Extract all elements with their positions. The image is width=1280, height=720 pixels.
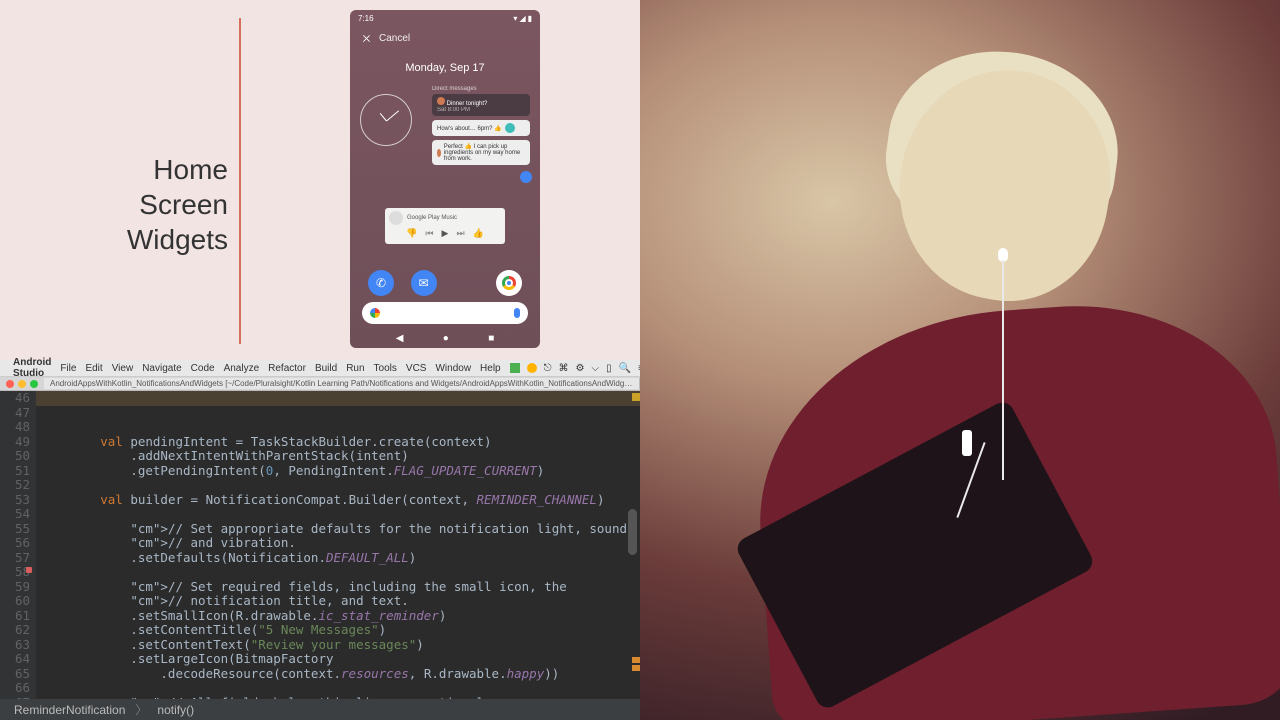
- slide-title: Home Screen Widgets: [58, 152, 228, 257]
- cancel-label: Cancel: [379, 33, 410, 44]
- back-icon[interactable]: ◀: [396, 333, 404, 344]
- battery-icon: ▮: [528, 14, 532, 23]
- highlighted-line: [36, 391, 640, 406]
- menu-file[interactable]: File: [60, 363, 76, 374]
- menu-window[interactable]: Window: [435, 363, 471, 374]
- menu-help[interactable]: Help: [480, 363, 501, 374]
- breadcrumb-class[interactable]: ReminderNotification: [14, 703, 125, 717]
- signal-icon: ◢: [519, 14, 525, 23]
- message-text: How's about… 6pm? 👍: [437, 125, 502, 132]
- music-title: Google Play Music: [407, 215, 457, 221]
- clock-widget[interactable]: [360, 94, 412, 146]
- avatar-icon: [505, 123, 515, 133]
- status-indicator-icon: [527, 363, 537, 373]
- warning-marker-icon[interactable]: [632, 393, 640, 401]
- prev-icon[interactable]: ⏮: [425, 228, 433, 239]
- google-search-bar[interactable]: [362, 302, 528, 324]
- breakpoint-icon[interactable]: [26, 567, 32, 573]
- chevron-right-icon: 〉: [135, 701, 147, 718]
- cancel-row[interactable]: Cancel: [350, 23, 540, 54]
- home-icon[interactable]: ●: [443, 333, 449, 344]
- message-text: Perfect 👍 I can pick up ingredients on m…: [444, 143, 525, 162]
- app-menu[interactable]: Android Studio: [13, 357, 51, 379]
- phone-app-icon[interactable]: ✆: [368, 270, 394, 296]
- recents-icon[interactable]: ■: [488, 333, 494, 344]
- menu-code[interactable]: Code: [191, 363, 215, 374]
- phone-mockup: 7:16 ▾ ◢ ▮ Cancel Monday, Sep 17 Direct …: [350, 10, 540, 348]
- earphone-remote: [962, 430, 972, 456]
- thumb-up-icon[interactable]: 👍: [473, 228, 484, 239]
- compose-fab-icon[interactable]: [520, 171, 532, 183]
- tray-icon[interactable]: ⌘: [559, 363, 569, 374]
- tray-icon[interactable]: ⚙: [576, 363, 585, 374]
- phone-status-bar: 7:16 ▾ ◢ ▮: [350, 10, 540, 23]
- avatar-icon: [437, 149, 441, 157]
- close-window-icon[interactable]: [6, 380, 14, 388]
- phone-time: 7:16: [358, 14, 374, 23]
- line-gutter: 4647484950515253545556575859606162636465…: [0, 391, 36, 699]
- menu-analyze[interactable]: Analyze: [224, 363, 260, 374]
- editor-breadcrumb: ReminderNotification 〉 notify(): [0, 699, 640, 720]
- macos-menubar: Android Studio File Edit View Navigate C…: [0, 360, 640, 377]
- scrollbar-thumb[interactable]: [628, 509, 637, 555]
- messages-app-icon[interactable]: ✉: [411, 270, 437, 296]
- breadcrumb-method[interactable]: notify(): [157, 703, 194, 717]
- menu-build[interactable]: Build: [315, 363, 337, 374]
- play-icon[interactable]: ▶: [442, 228, 449, 239]
- window-tab-bar: AndroidAppsWithKotlin_NotificationsAndWi…: [0, 377, 640, 391]
- code-editor[interactable]: 4647484950515253545556575859606162636465…: [0, 391, 640, 699]
- message-time: Sat 8:00 PM: [437, 107, 470, 113]
- dock-spacer: [453, 270, 479, 296]
- battery-icon[interactable]: ▯: [606, 363, 612, 374]
- messaging-widget[interactable]: Direct messages Dinner tonight? Sat 8:00…: [432, 86, 530, 169]
- edit-marker-icon[interactable]: [632, 657, 640, 663]
- android-nav-bar: ◀ ● ■: [350, 333, 540, 344]
- hero-photo: [640, 0, 1280, 720]
- phone-dock: ✆ ✉: [350, 270, 540, 296]
- menu-tools[interactable]: Tools: [374, 363, 397, 374]
- status-indicator-icon: [510, 363, 520, 373]
- message-bubble: How's about… 6pm? 👍: [432, 120, 530, 136]
- window-title[interactable]: AndroidAppsWithKotlin_NotificationsAndWi…: [44, 378, 640, 389]
- message-bubble: Dinner tonight? Sat 8:00 PM: [432, 94, 530, 116]
- edit-marker-icon[interactable]: [632, 665, 640, 671]
- slide-title-line1: Home Screen: [139, 154, 228, 220]
- widget-area: Direct messages Dinner tonight? Sat 8:00…: [360, 86, 530, 186]
- wifi-icon: ▾: [513, 14, 517, 23]
- tray-icon[interactable]: ⎋: [544, 363, 552, 374]
- search-icon[interactable]: 🔍: [619, 363, 631, 374]
- album-art-icon: [389, 211, 403, 225]
- menu-navigate[interactable]: Navigate: [142, 363, 181, 374]
- menu-run[interactable]: Run: [346, 363, 364, 374]
- slide-title-line2: Widgets: [127, 224, 228, 255]
- chrome-app-icon[interactable]: [496, 270, 522, 296]
- message-bubble: Perfect 👍 I can pick up ingredients on m…: [432, 140, 530, 165]
- music-widget[interactable]: Google Play Music 👎 ⏮ ▶ ⏭ 👍: [385, 208, 505, 244]
- menu-edit[interactable]: Edit: [85, 363, 102, 374]
- code-area[interactable]: val pendingIntent = TaskStackBuilder.cre…: [36, 391, 640, 699]
- status-icons: ▾ ◢ ▮: [513, 14, 532, 23]
- vertical-divider: [239, 18, 241, 344]
- traffic-lights: [0, 380, 44, 388]
- phone-date: Monday, Sep 17: [350, 62, 540, 74]
- slide-panel: Home Screen Widgets 7:16 ▾ ◢ ▮ Cancel Mo…: [0, 0, 640, 360]
- menu-view[interactable]: View: [112, 363, 134, 374]
- menu-refactor[interactable]: Refactor: [268, 363, 306, 374]
- minimize-window-icon[interactable]: [18, 380, 26, 388]
- earphone-cord: [1002, 260, 1004, 480]
- thumb-down-icon[interactable]: 👎: [406, 228, 417, 239]
- close-icon[interactable]: [362, 34, 371, 43]
- messaging-label: Direct messages: [432, 86, 530, 92]
- menu-vcs[interactable]: VCS: [406, 363, 427, 374]
- music-controls: 👎 ⏮ ▶ ⏭ 👍: [389, 228, 501, 239]
- google-icon: [370, 308, 380, 318]
- next-icon[interactable]: ⏭: [456, 228, 464, 239]
- mic-icon[interactable]: [514, 308, 520, 318]
- zoom-window-icon[interactable]: [30, 380, 38, 388]
- wifi-icon[interactable]: ⌵: [592, 363, 600, 374]
- avatar-icon: [437, 97, 445, 105]
